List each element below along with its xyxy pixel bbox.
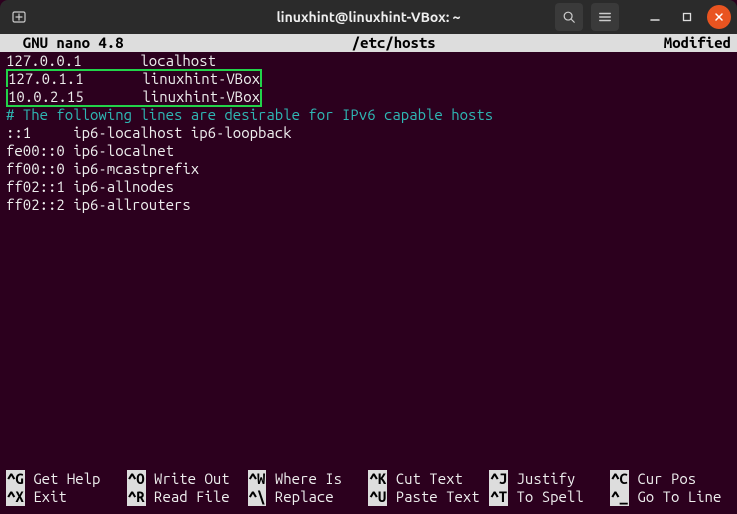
nano-shortcut: ^J Justify [489, 470, 610, 488]
nano-shortcut: ^K Cut Text [368, 470, 489, 488]
nano-shortcut: ^X Exit [6, 488, 127, 506]
nano-shortcut: ^T To Spell [489, 488, 610, 506]
close-button[interactable] [707, 5, 731, 29]
nano-shortcuts: ^G Get Help^O Write Out^W Where Is^K Cut… [6, 470, 731, 506]
shortcut-key: ^K [368, 470, 387, 488]
nano-shortcut: ^R Read File [127, 488, 248, 506]
shortcut-label: Get Help [25, 470, 101, 488]
nano-shortcut: ^W Where Is [248, 470, 369, 488]
new-tab-button[interactable] [6, 6, 32, 28]
shortcut-label: Justify [508, 470, 575, 488]
shortcut-key: ^C [610, 470, 629, 488]
window-title: linuxhint@linuxhint-VBox: ~ [276, 9, 460, 25]
shortcut-key: ^O [127, 470, 146, 488]
shortcut-label: Read File [146, 488, 230, 506]
shortcut-label: Cur Pos [629, 470, 696, 488]
menu-button[interactable] [591, 3, 619, 31]
shortcut-label: Replace [266, 488, 333, 506]
shortcut-label: Go To Line [629, 488, 721, 506]
shortcut-key: ^\ [248, 488, 267, 506]
editor-line[interactable]: ff00::0 ip6-mcastprefix [6, 160, 731, 178]
nano-shortcut: ^G Get Help [6, 470, 127, 488]
nano-app-version: GNU nano 4.8 [6, 34, 124, 52]
minimize-button[interactable] [643, 5, 667, 29]
nano-shortcut: ^_ Go To Line [610, 488, 731, 506]
editor-line[interactable]: 127.0.1.1 linuxhint-VBox [6, 70, 731, 88]
editor-line[interactable]: ::1 ip6-localhost ip6-loopback [6, 124, 731, 142]
shortcut-key: ^G [6, 470, 25, 488]
shortcut-label: Cut Text [387, 470, 463, 488]
shortcut-label: Exit [25, 488, 67, 506]
nano-modified-state: Modified [664, 34, 731, 52]
shortcut-key: ^T [489, 488, 508, 506]
nano-shortcut: ^C Cur Pos [610, 470, 731, 488]
editor-line[interactable]: 10.0.2.15 linuxhint-VBox [6, 88, 731, 106]
maximize-button[interactable] [675, 5, 699, 29]
nano-shortcut: ^O Write Out [127, 470, 248, 488]
shortcut-label: Paste Text [387, 488, 479, 506]
editor-content[interactable]: 127.0.0.1 localhost127.0.1.1 linuxhint-V… [0, 52, 737, 214]
shortcut-key: ^_ [610, 488, 629, 506]
shortcut-label: To Spell [508, 488, 584, 506]
shortcut-key: ^R [127, 488, 146, 506]
nano-shortcut: ^\ Replace [248, 488, 369, 506]
shortcut-key: ^U [368, 488, 387, 506]
editor-line[interactable]: ff02::1 ip6-allnodes [6, 178, 731, 196]
nano-status-bar: GNU nano 4.8 /etc/hosts Modified [0, 34, 737, 52]
shortcut-key: ^W [248, 470, 267, 488]
titlebar: linuxhint@linuxhint-VBox: ~ [0, 0, 737, 34]
shortcut-label: Where Is [266, 470, 342, 488]
editor-line[interactable]: ff02::2 ip6-allrouters [6, 196, 731, 214]
search-button[interactable] [555, 3, 583, 31]
editor-line[interactable]: 127.0.0.1 localhost [6, 52, 731, 70]
editor-line[interactable]: fe00::0 ip6-localnet [6, 142, 731, 160]
shortcut-key: ^X [6, 488, 25, 506]
editor-line[interactable]: # The following lines are desirable for … [6, 106, 731, 124]
nano-shortcut: ^U Paste Text [368, 488, 489, 506]
shortcut-label: Write Out [146, 470, 230, 488]
shortcut-key: ^J [489, 470, 508, 488]
nano-file-path: /etc/hosts [124, 34, 664, 52]
